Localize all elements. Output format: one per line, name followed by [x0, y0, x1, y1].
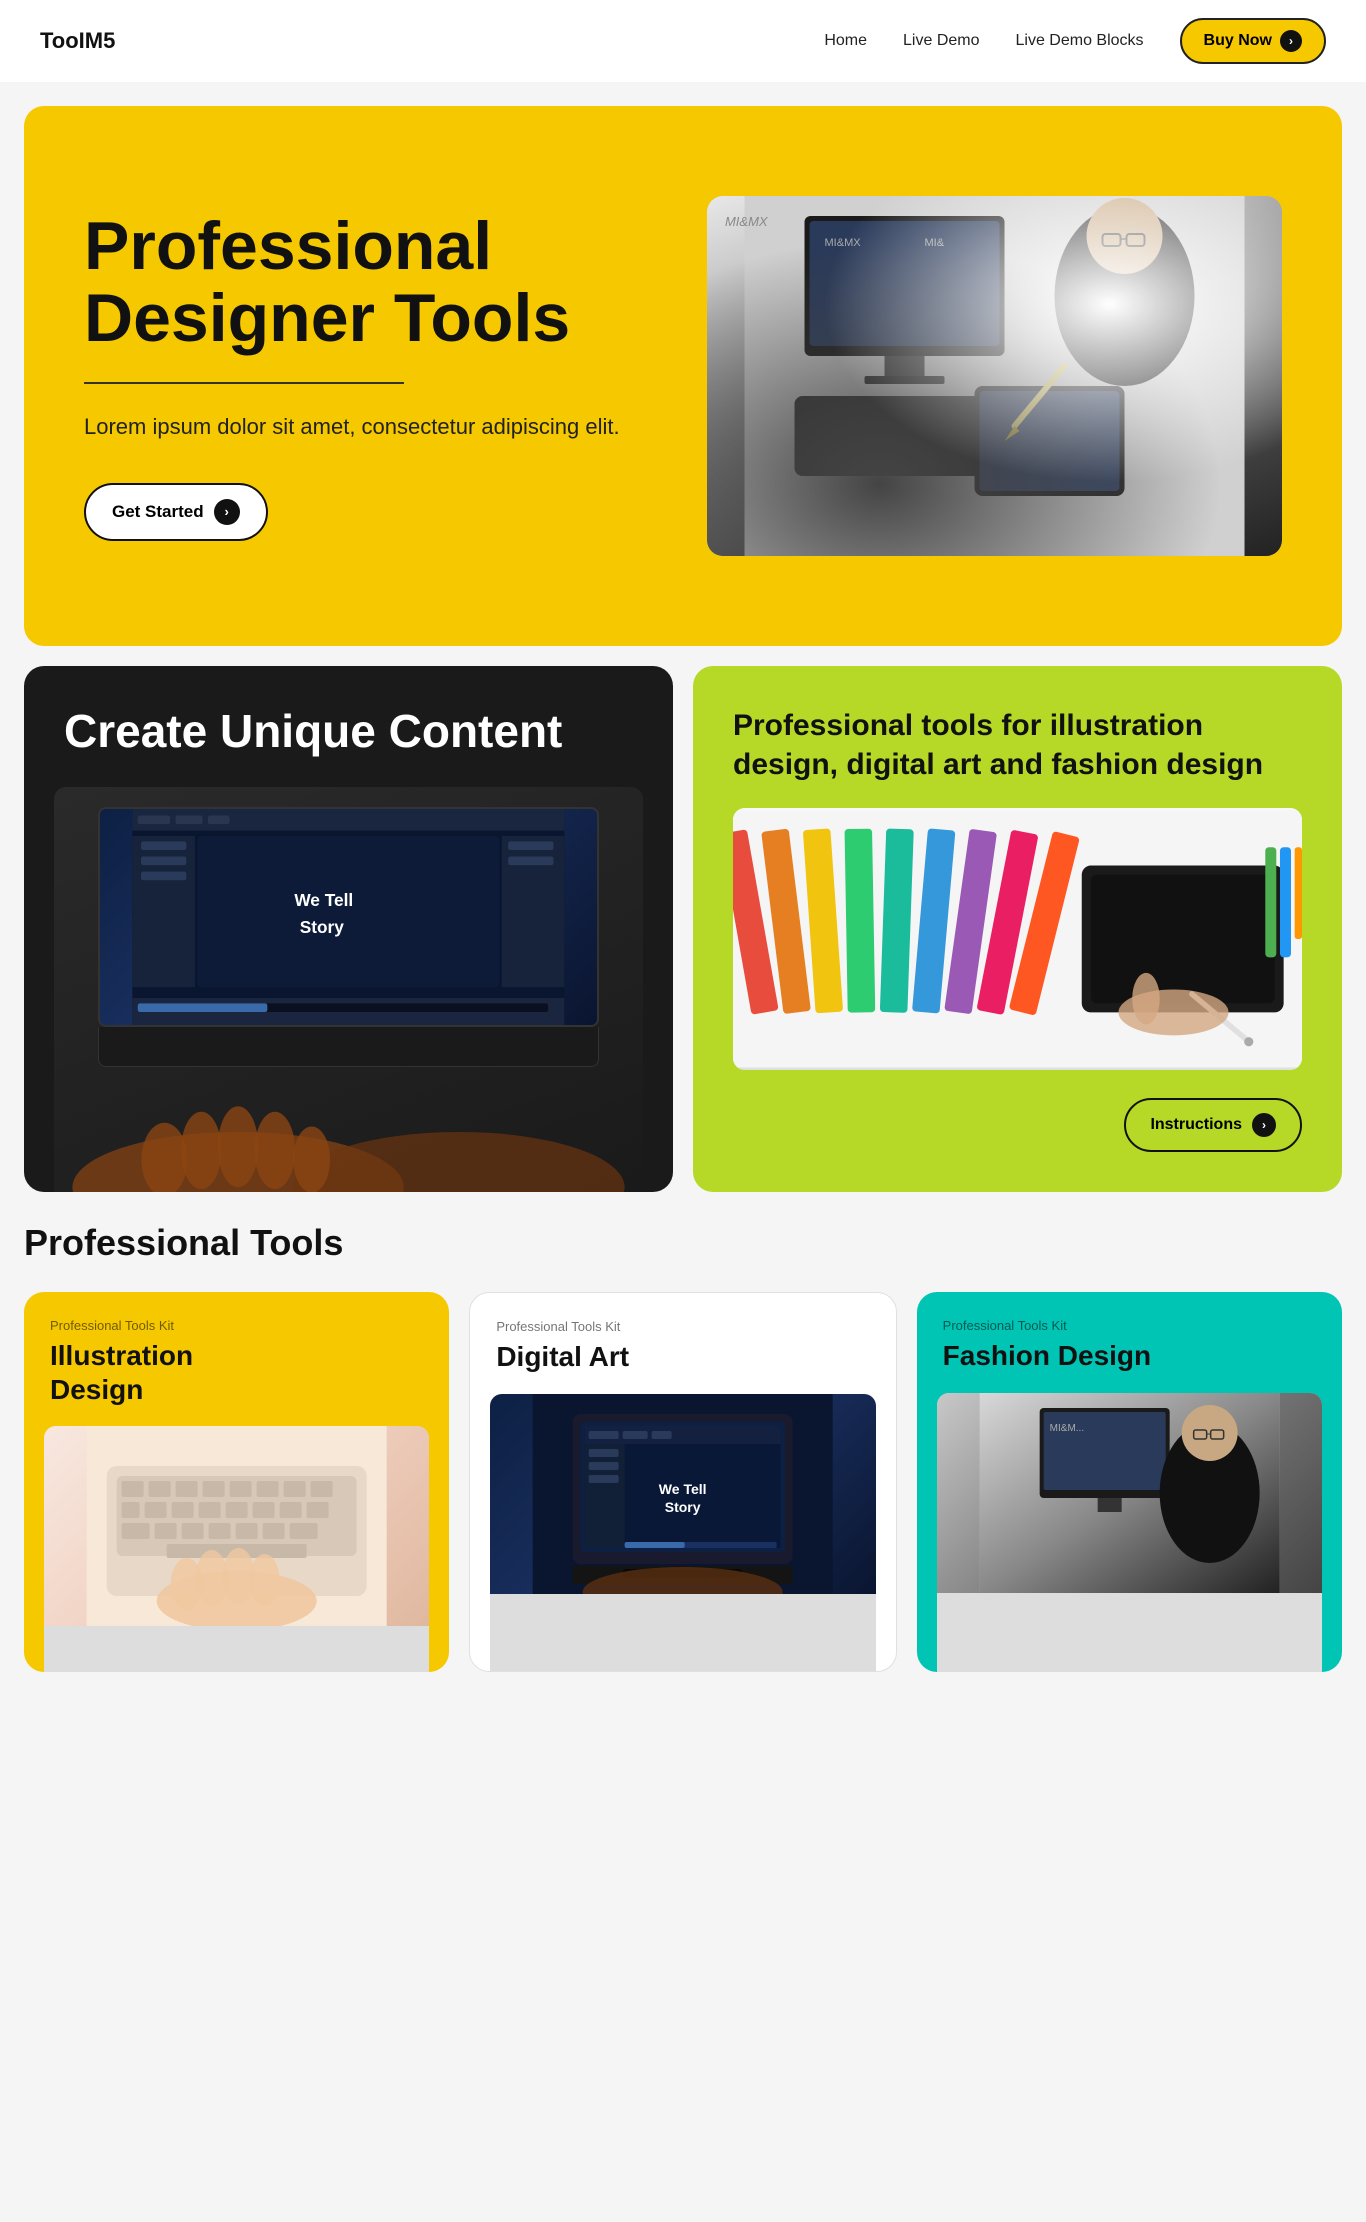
designer-photo-illustration: MI&M... [937, 1393, 1322, 1593]
instructions-label: Instructions [1150, 1116, 1242, 1134]
get-started-button[interactable]: Get Started › [84, 483, 268, 541]
navbar: TooIM5 Home Live Demo Live Demo Blocks B… [0, 0, 1366, 82]
brand-watermark: MI&MX [725, 214, 768, 229]
nav-home[interactable]: Home [824, 32, 867, 50]
hero-divider [84, 382, 404, 384]
laptop-screen: We Tell Story [100, 809, 597, 1025]
two-column-section: Create Unique Content [24, 666, 1342, 1192]
hero-description: Lorem ipsum dolor sit amet, consectetur … [84, 412, 623, 443]
nav-live-demo-blocks[interactable]: Live Demo Blocks [1016, 32, 1144, 50]
tool-name-1: Digital Art [496, 1340, 869, 1374]
tool-name-2: Fashion Design [943, 1339, 1316, 1373]
tool-image-illustration [44, 1426, 429, 1672]
keyboard-illustration [44, 1426, 429, 1626]
hero-section: Professional Designer Tools Lorem ipsum … [24, 106, 1342, 646]
buy-arrow-icon: › [1280, 30, 1302, 52]
logo: TooIM5 [40, 28, 115, 54]
svg-text:We Tell: We Tell [294, 890, 353, 910]
tool-kit-label-0: Professional Tools Kit [50, 1318, 423, 1333]
tool-name-0: IllustrationDesign [50, 1339, 423, 1406]
tool-card-digital-art: Professional Tools Kit Digital Art [469, 1292, 896, 1672]
svg-text:Story: Story [300, 917, 345, 937]
designer-photo-2: MI&M... [937, 1393, 1322, 1593]
keyboard-photo [44, 1426, 429, 1626]
get-started-label: Get Started [112, 502, 204, 522]
create-unique-card: Create Unique Content [24, 666, 673, 1192]
get-started-arrow-icon: › [214, 499, 240, 525]
swatch-visual [733, 808, 1302, 1070]
laptop-photo: We Tell Story [490, 1394, 875, 1594]
instructions-arrow-icon: › [1252, 1113, 1276, 1137]
green-card-title: Professional tools for illustration desi… [733, 706, 1302, 784]
buy-now-label: Buy Now [1204, 32, 1272, 50]
tool-kit-label-1: Professional Tools Kit [496, 1319, 869, 1334]
create-unique-title: Create Unique Content [64, 706, 633, 757]
swatches-illustration [733, 808, 1302, 1070]
designer-illustration: MI&MX MI& [707, 196, 1282, 556]
designer-photo: MI&MX MI&MX MI& [707, 196, 1282, 556]
tool-card-illustration: Professional Tools Kit IllustrationDesig… [24, 1292, 449, 1672]
tool-image-digital-art: We Tell Story [490, 1394, 875, 1671]
color-swatch-scene [733, 808, 1302, 1070]
svg-text:MI&MX: MI&MX [824, 237, 861, 249]
hands-visual [54, 1072, 643, 1192]
page-content: Professional Designer Tools Lorem ipsum … [0, 82, 1366, 1696]
laptop-scene: We Tell Story [54, 787, 643, 1192]
hero-image: MI&MX MI&MX MI& [707, 196, 1282, 556]
svg-text:Story: Story [665, 1499, 701, 1515]
tool-card-fashion-design: Professional Tools Kit Fashion Design [917, 1292, 1342, 1672]
svg-text:MI&M...: MI&M... [1049, 1423, 1083, 1434]
svg-text:We Tell: We Tell [659, 1481, 707, 1497]
laptop-keyboard [98, 1027, 599, 1067]
pro-tools-section: Professional Tools Professional Tools Ki… [24, 1222, 1342, 1672]
tools-grid: Professional Tools Kit IllustrationDesig… [24, 1292, 1342, 1672]
professional-tools-card: Professional tools for illustration desi… [693, 666, 1342, 1192]
software-interface: We Tell Story [100, 809, 597, 1025]
svg-text:MI&: MI& [924, 237, 944, 249]
instructions-button[interactable]: Instructions › [1124, 1098, 1302, 1152]
tool-image-fashion-design: MI&M... [937, 1393, 1322, 1672]
nav-live-demo[interactable]: Live Demo [903, 32, 979, 50]
hero-text: Professional Designer Tools Lorem ipsum … [84, 211, 623, 541]
tool-kit-label-2: Professional Tools Kit [943, 1318, 1316, 1333]
laptop-visual: We Tell Story [98, 807, 599, 1027]
buy-now-button[interactable]: Buy Now › [1180, 18, 1326, 64]
nav-links: Home Live Demo Live Demo Blocks Buy Now … [824, 18, 1326, 64]
pro-tools-title: Professional Tools [24, 1222, 1342, 1264]
laptop-illustration: We Tell Story [490, 1394, 875, 1594]
hero-title: Professional Designer Tools [84, 211, 623, 354]
